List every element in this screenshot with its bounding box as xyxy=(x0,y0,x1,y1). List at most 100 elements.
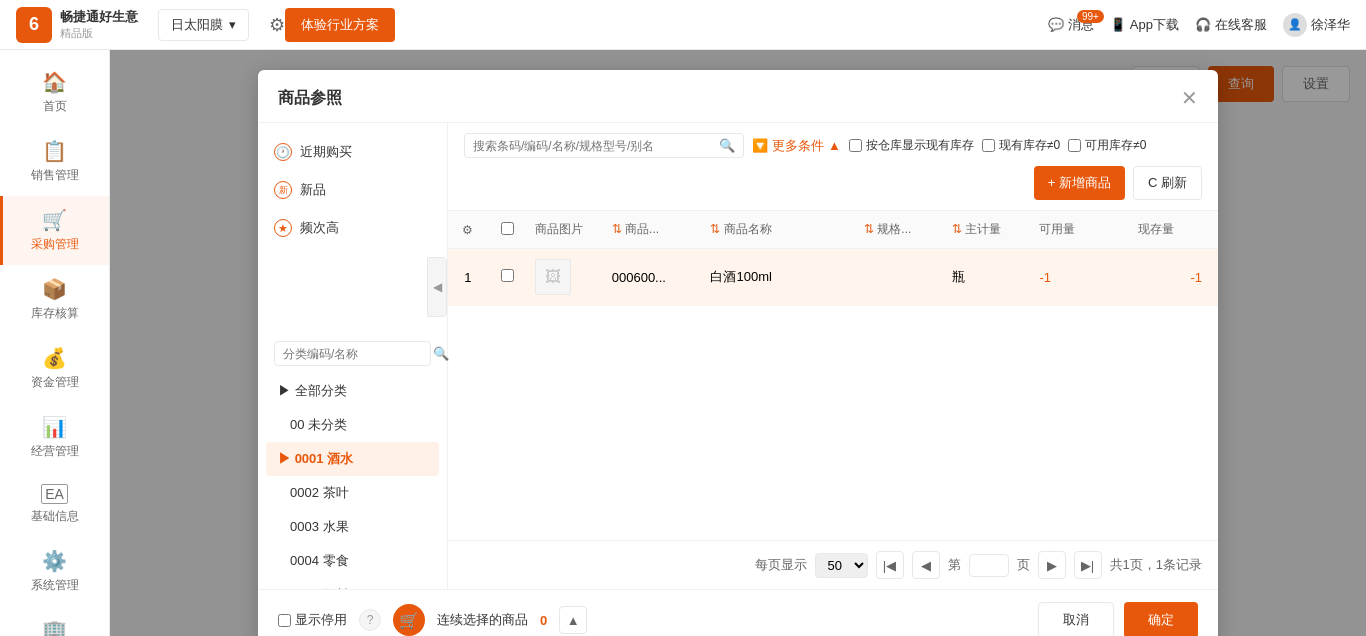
sidebar-item-home[interactable]: 🏠 首页 xyxy=(0,58,109,127)
warehouse-checkbox-label[interactable]: 按仓库显示现有库存 xyxy=(849,137,974,154)
online-service-btn[interactable]: 🎧 在线客服 xyxy=(1195,16,1267,34)
row-num: 1 xyxy=(448,249,487,306)
sidebar-item-system[interactable]: ⚙️ 系统管理 xyxy=(0,537,109,606)
filter-btn[interactable]: 🔽 更多条件 ▲ xyxy=(752,137,841,155)
store-selector[interactable]: 日太阳膜 ▾ xyxy=(158,9,249,41)
category-drinks[interactable]: 0005 饮料 xyxy=(266,578,439,589)
modal-title: 商品参照 xyxy=(278,88,342,109)
content-area: 刷新 查询 设置 商品参照 ✕ 🕐 xyxy=(110,50,1366,636)
sidebar-item-basics[interactable]: EA 基础信息 xyxy=(0,472,109,537)
show-disabled-checkbox[interactable] xyxy=(278,614,291,627)
table-header-row: ⚙ 商品图片 xyxy=(448,211,1218,249)
row-check xyxy=(487,249,526,306)
main-layout: 🏠 首页 📋 销售管理 🛒 采购管理 📦 库存核算 💰 资金管理 📊 经营管理 … xyxy=(0,50,1366,636)
refresh-btn[interactable]: C 刷新 xyxy=(1133,166,1202,200)
show-disabled-label[interactable]: 显示停用 xyxy=(278,611,347,629)
th-name: ⇅ 商品名称 xyxy=(702,211,856,249)
modal-header: 商品参照 ✕ xyxy=(258,70,1218,123)
per-page-select[interactable]: 50 xyxy=(815,553,868,578)
table-row[interactable]: 1 🖼 xyxy=(448,249,1218,306)
category-liquor[interactable]: ▶ 0001 酒水 xyxy=(266,442,439,476)
sidebar-item-finance[interactable]: 💰 资金管理 xyxy=(0,334,109,403)
usable-checkbox-label[interactable]: 可用库存≠0 xyxy=(1068,137,1146,154)
column-settings-icon[interactable]: ⚙ xyxy=(462,223,473,237)
warehouse-checkbox[interactable] xyxy=(849,139,862,152)
sidebar-item-operations[interactable]: 📊 经营管理 xyxy=(0,403,109,472)
star-icon: ★ xyxy=(274,219,292,237)
th-code: ⇅ 商品... xyxy=(604,211,703,249)
category-unclassified[interactable]: 00 未分类 xyxy=(266,408,439,442)
th-settings: ⚙ xyxy=(448,211,487,249)
select-all-checkbox[interactable] xyxy=(501,222,514,235)
th-check xyxy=(487,211,526,249)
page-first-btn[interactable]: |◀ xyxy=(876,551,904,579)
sidebar-item-company[interactable]: 🏢 企业协同 xyxy=(0,606,109,636)
th-spec: ⇅ 规格... xyxy=(856,211,944,249)
modal-close-btn[interactable]: ✕ xyxy=(1181,86,1198,110)
inventory-icon: 📦 xyxy=(42,277,67,301)
available-checkbox[interactable] xyxy=(982,139,995,152)
sidebar-item-sales[interactable]: 📋 销售管理 xyxy=(0,127,109,196)
store-name: 日太阳膜 xyxy=(171,16,223,34)
th-avail: 可用量 xyxy=(1031,211,1130,249)
user-profile[interactable]: 👤 徐泽华 xyxy=(1283,13,1350,37)
page-last-btn[interactable]: ▶| xyxy=(1074,551,1102,579)
usable-checkbox[interactable] xyxy=(1068,139,1081,152)
search-icon[interactable]: 🔍 xyxy=(433,346,449,361)
experience-btn[interactable]: 体验行业方案 xyxy=(285,8,395,42)
row-checkbox[interactable] xyxy=(501,269,514,282)
category-snacks[interactable]: 0004 零食 xyxy=(266,544,439,578)
messages-btn[interactable]: 💬 消息 99 xyxy=(1048,16,1094,34)
category-search-wrap: 🔍 xyxy=(274,341,431,366)
category-tree: ▶ 全部分类 00 未分类 ▶ 0001 酒水 0002 xyxy=(258,374,447,589)
footer-collapse-btn[interactable]: ▲ xyxy=(559,606,587,634)
cart-count: 0 xyxy=(540,613,547,628)
sidebar-label-basics: 基础信息 xyxy=(31,508,79,525)
product-search-input[interactable] xyxy=(473,139,719,153)
category-fruit[interactable]: 0003 水果 xyxy=(266,510,439,544)
row-img: 🖼 xyxy=(527,249,604,306)
product-table: ⚙ 商品图片 xyxy=(448,211,1218,306)
app-download-btn[interactable]: 📱 App下载 xyxy=(1110,16,1179,34)
page-next-btn[interactable]: ▶ xyxy=(1038,551,1066,579)
panel-collapse-btn[interactable]: ◀ xyxy=(427,257,447,317)
logo-icon: 6 xyxy=(16,7,52,43)
purchase-icon: 🛒 xyxy=(42,208,67,232)
toolbar-right: + 新增商品 C 刷新 xyxy=(1034,166,1202,200)
category-tea[interactable]: 0002 茶叶 xyxy=(266,476,439,510)
add-product-btn[interactable]: + 新增商品 xyxy=(1034,166,1125,200)
left-panel: 🕐 近期购买 新 新品 ★ 频次高 ◀ xyxy=(258,123,448,589)
new-icon: 新 xyxy=(274,181,292,199)
confirm-btn[interactable]: 确定 xyxy=(1124,602,1198,636)
cancel-btn[interactable]: 取消 xyxy=(1038,602,1114,636)
search-submit-icon[interactable]: 🔍 xyxy=(719,138,735,153)
modal-overlay: 商品参照 ✕ 🕐 近期购买 新 新品 xyxy=(110,50,1366,636)
nav-right: 💬 消息 99 📱 App下载 🎧 在线客服 👤 徐泽华 xyxy=(1048,13,1350,37)
avatar: 👤 xyxy=(1283,13,1307,37)
sort-spec-icon: ⇅ xyxy=(864,222,874,236)
settings-icon[interactable]: ⚙ xyxy=(269,14,285,36)
product-reference-modal: 商品参照 ✕ 🕐 近期购买 新 新品 xyxy=(258,70,1218,636)
sidebar-item-inventory[interactable]: 📦 库存核算 xyxy=(0,265,109,334)
new-products-item[interactable]: 新 新品 xyxy=(258,171,447,209)
filter-icon: 🔽 xyxy=(752,138,768,153)
category-all[interactable]: ▶ 全部分类 xyxy=(266,374,439,408)
help-icon[interactable]: ? xyxy=(359,609,381,631)
sidebar-item-purchase[interactable]: 🛒 采购管理 xyxy=(0,196,109,265)
row-name: 白酒100ml xyxy=(702,249,856,306)
total-info: 共1页，1条记录 xyxy=(1110,556,1202,574)
clock-icon: 🕐 xyxy=(274,143,292,161)
frequent-item[interactable]: ★ 频次高 xyxy=(258,209,447,247)
sort-icon: ⇅ xyxy=(612,222,622,236)
page-prev-btn[interactable]: ◀ xyxy=(912,551,940,579)
available-checkbox-label[interactable]: 现有库存≠0 xyxy=(982,137,1060,154)
category-search-input[interactable] xyxy=(283,347,433,361)
page-suffix-label: 页 xyxy=(1017,556,1030,574)
page-number-input[interactable]: 1 xyxy=(969,554,1009,577)
system-icon: ⚙️ xyxy=(42,549,67,573)
modal-footer: 显示停用 ? 🛒 连续选择的商品 0 ▲ 取消 确定 xyxy=(258,589,1218,636)
cart-label: 连续选择的商品 xyxy=(437,611,528,629)
operations-icon: 📊 xyxy=(42,415,67,439)
recent-purchase-item[interactable]: 🕐 近期购买 xyxy=(258,133,447,171)
sidebar-label-system: 系统管理 xyxy=(31,577,79,594)
